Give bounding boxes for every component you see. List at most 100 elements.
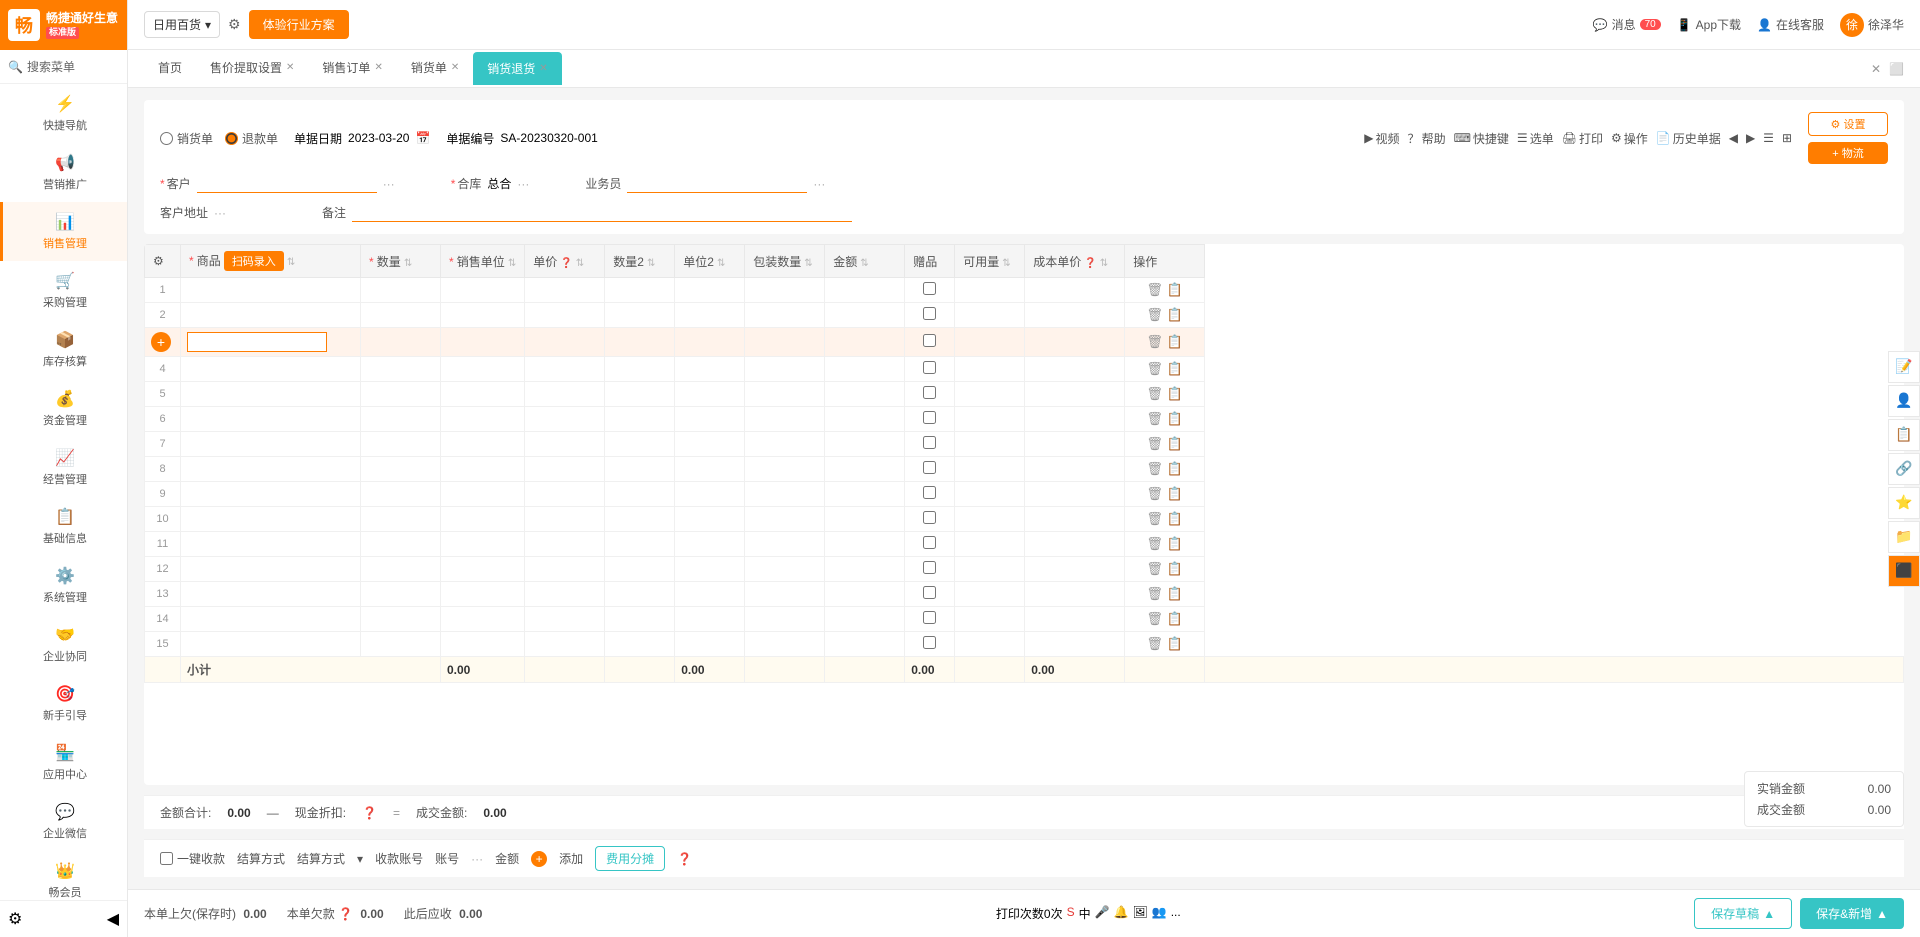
row-11-goods[interactable] [181, 532, 361, 557]
row-1-amount[interactable] [825, 278, 905, 303]
row-3-delete-btn[interactable]: 🗑 [1146, 334, 1163, 350]
row-4-unit2[interactable] [675, 357, 745, 382]
row-9-sale-unit[interactable] [441, 482, 525, 507]
sort-pack-icon[interactable]: ⇅ [804, 258, 812, 269]
row-4-cost-unit[interactable] [1025, 357, 1125, 382]
side-icon-4[interactable]: 🔗 [1888, 453, 1920, 485]
row-14-unit-price[interactable] [525, 607, 605, 632]
row-3-qty[interactable] [361, 328, 441, 357]
row-10-goods[interactable] [181, 507, 361, 532]
sidebar-item-basic[interactable]: 📋 基础信息 [0, 497, 127, 556]
row-3-pack-qty[interactable] [745, 328, 825, 357]
row-11-pack-qty[interactable] [745, 532, 825, 557]
nav-next-icon[interactable]: ▶ [1746, 131, 1755, 145]
save-new-button[interactable]: 保存&新增 ▲ [1800, 898, 1904, 929]
one-key-pay-label[interactable]: 一键收款 [160, 850, 225, 867]
row-8-goods[interactable] [181, 457, 361, 482]
view-list-icon[interactable]: ☰ [1763, 131, 1774, 145]
row-9-qty[interactable] [361, 482, 441, 507]
row-13-delete-btn[interactable]: 🗑 [1146, 586, 1163, 602]
tab-sale-return[interactable]: 销货退货 ✕ [473, 52, 561, 85]
row-13-qty[interactable] [361, 582, 441, 607]
sidebar-item-sales[interactable]: 📊 销售管理 [0, 202, 127, 261]
user-profile[interactable]: 徐 徐泽华 [1840, 13, 1904, 37]
row-14-cost-unit[interactable] [1025, 607, 1125, 632]
collapse-icon[interactable]: ◀ [107, 909, 119, 929]
sort-avail-icon[interactable]: ⇅ [1002, 258, 1010, 269]
row-3-cost-unit[interactable] [1025, 328, 1125, 357]
row-4-unit-price[interactable] [525, 357, 605, 382]
once-help-icon[interactable]: ❓ [338, 907, 353, 921]
tab-sale-price-close[interactable]: ✕ [286, 62, 294, 73]
row-9-pack-qty[interactable] [745, 482, 825, 507]
row-6-pack-qty[interactable] [745, 407, 825, 432]
row-12-copy-btn[interactable]: 📋 [1167, 561, 1183, 577]
row-8-delete-btn[interactable]: 🗑 [1146, 461, 1163, 477]
row-6-goods[interactable] [181, 407, 361, 432]
sidebar-item-purchase[interactable]: 🛒 采购管理 [0, 261, 127, 320]
topbar-gear-icon[interactable]: ⚙ [228, 16, 241, 33]
row-2-available[interactable] [955, 303, 1025, 328]
row-11-unit-price[interactable] [525, 532, 605, 557]
print-icon-4[interactable]: 🔔 [1114, 905, 1129, 922]
row-10-qty2[interactable] [605, 507, 675, 532]
row-14-available[interactable] [955, 607, 1025, 632]
row-12-goods[interactable] [181, 557, 361, 582]
row-12-cost-unit[interactable] [1025, 557, 1125, 582]
row-2-qty2[interactable] [605, 303, 675, 328]
row-4-qty[interactable] [361, 357, 441, 382]
row-10-amount[interactable] [825, 507, 905, 532]
salesperson-dots[interactable]: ··· [813, 177, 825, 191]
setting-button[interactable]: ⚙ 设置 [1808, 112, 1888, 136]
row-8-available[interactable] [955, 457, 1025, 482]
print-icon-2[interactable]: 中 [1079, 905, 1091, 922]
tab-expand-icon[interactable]: ⬜ [1889, 62, 1904, 76]
row-11-qty[interactable] [361, 532, 441, 557]
row-7-gift-checkbox[interactable] [923, 436, 936, 449]
view-grid-icon[interactable]: ⊞ [1782, 131, 1792, 145]
row-15-qty2[interactable] [605, 632, 675, 657]
sort-unit-icon[interactable]: ⇅ [508, 258, 516, 269]
print-icon-s[interactable]: S [1067, 905, 1075, 922]
logistics-button[interactable]: + 物流 [1808, 142, 1888, 164]
row-15-amount[interactable] [825, 632, 905, 657]
col-gear-icon[interactable]: ⚙ [153, 254, 164, 268]
row-5-sale-unit[interactable] [441, 382, 525, 407]
sort-cost-icon[interactable]: ⇅ [1100, 258, 1108, 269]
row-7-goods[interactable] [181, 432, 361, 457]
row-8-unit2[interactable] [675, 457, 745, 482]
row-13-unit2[interactable] [675, 582, 745, 607]
row-4-amount[interactable] [825, 357, 905, 382]
row-7-unit-price[interactable] [525, 432, 605, 457]
row-4-available[interactable] [955, 357, 1025, 382]
row-6-copy-btn[interactable]: 📋 [1167, 411, 1183, 427]
row-8-unit-price[interactable] [525, 457, 605, 482]
row-2-unit2[interactable] [675, 303, 745, 328]
row-4-delete-btn[interactable]: 🗑 [1146, 361, 1163, 377]
row-11-delete-btn[interactable]: 🗑 [1146, 536, 1163, 552]
row-8-cost-unit[interactable] [1025, 457, 1125, 482]
row-11-cost-unit[interactable] [1025, 532, 1125, 557]
sidebar-item-shortcut[interactable]: ⚡ 快捷导航 [0, 84, 127, 143]
help-cost-icon[interactable]: ❓ [1084, 258, 1096, 269]
print-icon-5[interactable]: 🖼 [1133, 905, 1148, 922]
row-13-available[interactable] [955, 582, 1025, 607]
row-13-amount[interactable] [825, 582, 905, 607]
sidebar-item-operation[interactable]: 📈 经营管理 [0, 438, 127, 497]
tab-sale-order-close[interactable]: ✕ [374, 62, 382, 73]
row-10-delete-btn[interactable]: 🗑 [1146, 511, 1163, 527]
row-3-copy-btn[interactable]: 📋 [1167, 334, 1183, 350]
row-2-unit-price[interactable] [525, 303, 605, 328]
row-9-available[interactable] [955, 482, 1025, 507]
row-3-amount[interactable] [825, 328, 905, 357]
row-8-pack-qty[interactable] [745, 457, 825, 482]
row-1-unit-price[interactable] [525, 278, 605, 303]
sort-unit2-icon[interactable]: ⇅ [717, 258, 725, 269]
row-5-gift-checkbox[interactable] [923, 386, 936, 399]
row-12-qty2[interactable] [605, 557, 675, 582]
row-5-qty2[interactable] [605, 382, 675, 407]
toolbar-help[interactable]: ？ 帮助 [1408, 130, 1446, 147]
row-1-qty2[interactable] [605, 278, 675, 303]
tab-sale-return-close[interactable]: ✕ [539, 63, 547, 74]
row-15-cost-unit[interactable] [1025, 632, 1125, 657]
